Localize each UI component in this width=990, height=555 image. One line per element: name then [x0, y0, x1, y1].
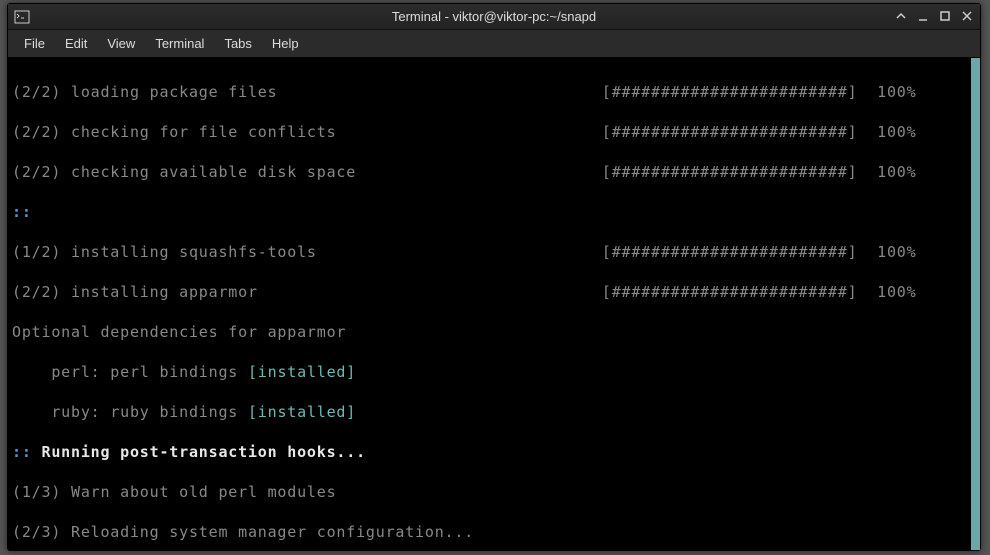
- terminal-line: ::: [12, 202, 976, 222]
- terminal-body[interactable]: (2/2) loading package files [###########…: [8, 58, 980, 550]
- window-controls: [890, 6, 978, 26]
- menu-help[interactable]: Help: [262, 32, 309, 55]
- titlebar: Terminal - viktor@viktor-pc:~/snapd: [8, 4, 980, 30]
- maximize-button[interactable]: [934, 6, 956, 26]
- terminal-icon: [14, 9, 30, 25]
- close-button[interactable]: [956, 6, 978, 26]
- menu-edit[interactable]: Edit: [55, 32, 97, 55]
- terminal-line: :: Running post-transaction hooks...: [12, 442, 976, 462]
- menubar: File Edit View Terminal Tabs Help: [8, 30, 980, 58]
- minimize-button[interactable]: [912, 6, 934, 26]
- terminal-line: (2/3) Reloading system manager configura…: [12, 522, 976, 542]
- menu-tabs[interactable]: Tabs: [214, 32, 261, 55]
- scrollbar[interactable]: [971, 58, 980, 550]
- terminal-line: (2/2) checking for file conflicts [#####…: [12, 122, 976, 142]
- terminal-line: Optional dependencies for apparmor: [12, 322, 976, 342]
- window-title: Terminal - viktor@viktor-pc:~/snapd: [392, 9, 596, 24]
- terminal-line: (2/2) loading package files [###########…: [12, 82, 976, 102]
- terminal-line: (1/2) installing squashfs-tools [#######…: [12, 242, 976, 262]
- menu-terminal[interactable]: Terminal: [145, 32, 214, 55]
- terminal-line: (1/3) Warn about old perl modules: [12, 482, 976, 502]
- menu-file[interactable]: File: [14, 32, 55, 55]
- terminal-line: perl: perl bindings [installed]: [12, 362, 976, 382]
- terminal-line: (2/2) checking available disk space [###…: [12, 162, 976, 182]
- terminal-window: Terminal - viktor@viktor-pc:~/snapd File…: [7, 3, 981, 551]
- terminal-line: ruby: ruby bindings [installed]: [12, 402, 976, 422]
- menu-view[interactable]: View: [97, 32, 145, 55]
- shade-button[interactable]: [890, 6, 912, 26]
- terminal-line: (2/2) installing apparmor [#############…: [12, 282, 976, 302]
